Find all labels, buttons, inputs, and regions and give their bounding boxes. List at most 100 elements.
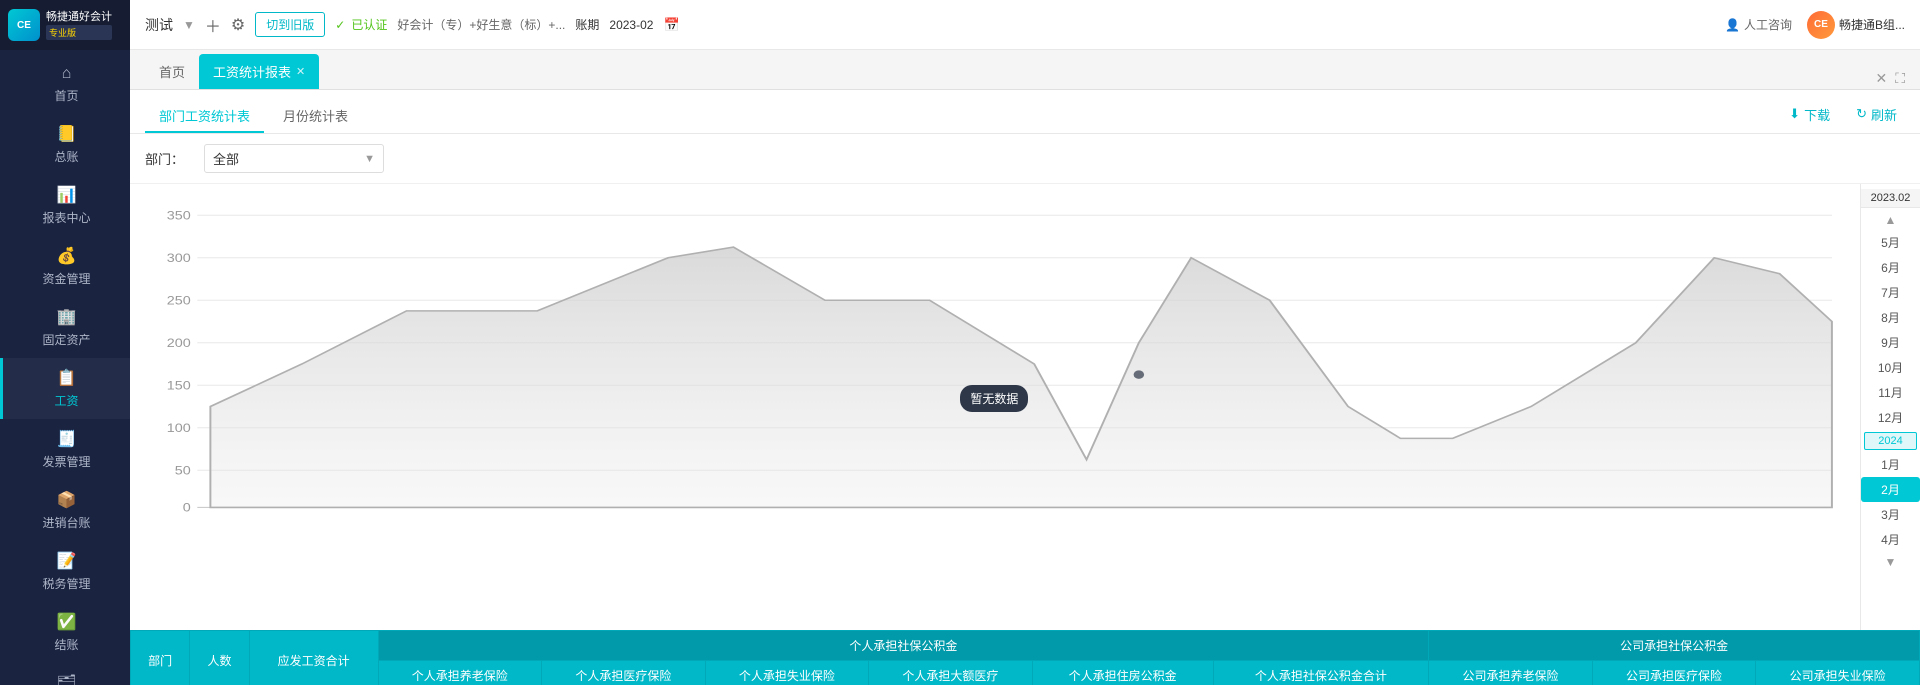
- ledger-icon: 📒: [57, 124, 77, 144]
- download-button[interactable]: ⬇ 下载: [1781, 100, 1838, 128]
- funds-icon: 💰: [57, 246, 77, 266]
- user-name: 畅捷通B组...: [1839, 16, 1905, 33]
- col-personal-housing-fund: 个人承担住房公积金: [1032, 661, 1213, 685]
- period-value: 2023-02: [609, 18, 653, 32]
- switch-to-old-button[interactable]: 切到旧版: [255, 12, 325, 37]
- sidebar-item-closing-label: 结账: [54, 636, 78, 653]
- bottom-table-section: 部门 人数 应发工资合计 个人承担社保公积金 公司承担社保公积金 个人承担养老保…: [130, 630, 1920, 685]
- date-panel-month-5[interactable]: 5月: [1861, 230, 1920, 255]
- user-avatar: CE: [1807, 11, 1835, 39]
- sidebar-item-closing[interactable]: ✅ 结账: [0, 602, 130, 663]
- date-panel-month-12[interactable]: 12月: [1861, 405, 1920, 430]
- sidebar-item-archive[interactable]: 🗂 归档管理: [0, 663, 130, 685]
- date-panel: 2023.02 ▲ 5月 6月 7月 8月 9月 10月 11月 12月 202…: [1860, 184, 1920, 630]
- date-panel-month-4[interactable]: 4月: [1861, 527, 1920, 552]
- col-dept: 部门: [131, 631, 190, 685]
- archive-icon: 🗂: [56, 673, 76, 685]
- date-panel-month-3[interactable]: 3月: [1861, 502, 1920, 527]
- sidebar-item-home[interactable]: ⌂ 首页: [0, 55, 130, 114]
- tab-home-label: 首页: [159, 62, 185, 81]
- sidebar-item-reports-label: 报表中心: [42, 209, 90, 226]
- sidebar-item-reports[interactable]: 📊 报表中心: [0, 175, 130, 236]
- tab-salary-report[interactable]: 工资统计报表 ✕: [199, 54, 319, 89]
- sidebar-item-assets-label: 固定资产: [42, 331, 90, 348]
- salary-table: 部门 人数 应发工资合计 个人承担社保公积金 公司承担社保公积金 个人承担养老保…: [130, 630, 1920, 685]
- sidebar-item-ledger[interactable]: 📒 总账: [0, 114, 130, 175]
- invoice-icon: 🧾: [57, 429, 77, 449]
- download-icon: ⬇: [1789, 106, 1800, 122]
- date-panel-month-10[interactable]: 10月: [1861, 355, 1920, 380]
- sidebar-item-purchase[interactable]: 📦 进销台账: [0, 480, 130, 541]
- date-panel-month-1[interactable]: 1月: [1861, 452, 1920, 477]
- subtab-dept[interactable]: 部门工资统计表: [145, 100, 264, 133]
- svg-text:0: 0: [183, 501, 191, 514]
- date-panel-month-6[interactable]: 6月: [1861, 255, 1920, 280]
- sidebar-item-funds[interactable]: 💰 资金管理: [0, 236, 130, 297]
- col-personal-total: 个人承担社保公积金合计: [1213, 661, 1429, 685]
- dept-filter-label: 部门：: [145, 149, 184, 168]
- topbar-title: 测试: [145, 15, 173, 35]
- sidebar-item-home-label: 首页: [54, 87, 78, 104]
- topbar-add-button[interactable]: ＋: [205, 13, 221, 37]
- chart-area: 350 300 250 200 150 100 50 0: [130, 184, 1860, 630]
- date-panel-up-arrow[interactable]: ▲: [1882, 210, 1900, 230]
- col-personal-unemployment: 个人承担失业保险: [705, 661, 869, 685]
- assets-icon: 🏢: [57, 307, 77, 327]
- home-icon: ⌂: [62, 65, 72, 83]
- area-chart-svg: 350 300 250 200 150 100 50 0: [145, 194, 1845, 534]
- col-company-medical: 公司承担医疗保险: [1592, 661, 1756, 685]
- svg-text:200: 200: [167, 336, 191, 349]
- period-label: 账期: [575, 16, 599, 33]
- col-count: 人数: [190, 631, 249, 685]
- sidebar-item-ledger-label: 总账: [54, 148, 78, 165]
- topbar: 测试 ▼ ＋ ⚙ 切到旧版 ✓ 已认证 好会计（专）+好生意（标）+... 账期…: [130, 0, 1920, 50]
- app-badge: 专业版: [46, 25, 112, 40]
- page-content: 部门工资统计表 月份统计表 ⬇ 下载 ↻ 刷新 部门： 全部 ▼: [130, 90, 1920, 685]
- dept-select-arrow-icon: ▼: [364, 153, 375, 165]
- sidebar-item-assets[interactable]: 🏢 固定资产: [0, 297, 130, 358]
- dept-select-dropdown[interactable]: 全部 ▼: [204, 144, 384, 173]
- tab-close-window-icon[interactable]: ✕: [1875, 70, 1887, 87]
- sidebar-item-invoice-label: 发票管理: [42, 453, 90, 470]
- date-panel-down-arrow[interactable]: ▼: [1882, 552, 1900, 572]
- topbar-settings-icon[interactable]: ⚙: [231, 15, 245, 35]
- date-panel-year-2024[interactable]: 2024: [1864, 432, 1917, 450]
- col-company-pension: 公司承担养老保险: [1429, 661, 1593, 685]
- app-name: 畅捷通好会计: [46, 10, 112, 24]
- col-total-salary: 应发工资合计: [249, 631, 378, 685]
- tab-home[interactable]: 首页: [145, 54, 199, 89]
- col-personal-medical: 个人承担医疗保险: [542, 661, 706, 685]
- user-menu[interactable]: CE 畅捷通B组...: [1807, 11, 1905, 39]
- tab-expand-icon[interactable]: ⛶: [1895, 70, 1905, 87]
- tab-close-icon[interactable]: ✕: [296, 65, 305, 78]
- help-label: 人工咨询: [1744, 16, 1792, 33]
- sidebar-item-invoice[interactable]: 🧾 发票管理: [0, 419, 130, 480]
- sidebar-item-tax-label: 税务管理: [42, 575, 90, 592]
- svg-text:300: 300: [167, 251, 191, 264]
- subtab-month[interactable]: 月份统计表: [269, 100, 362, 133]
- date-panel-month-9[interactable]: 9月: [1861, 330, 1920, 355]
- toolbar: 部门： 全部 ▼: [130, 134, 1920, 184]
- svg-text:250: 250: [167, 294, 191, 307]
- sidebar-item-salary[interactable]: 📋 工资: [0, 358, 130, 419]
- svg-text:150: 150: [167, 379, 191, 392]
- svg-text:50: 50: [175, 464, 191, 477]
- sidebar-nav: ⌂ 首页 📒 总账 📊 报表中心 💰 资金管理 🏢 固定资产 📋 工资 🧾 发票…: [0, 50, 130, 685]
- help-button[interactable]: 👤 人工咨询: [1725, 16, 1792, 33]
- calendar-icon[interactable]: 📅: [663, 17, 679, 33]
- date-panel-month-2-active[interactable]: 2月: [1861, 477, 1920, 502]
- closing-icon: ✅: [57, 612, 77, 632]
- topbar-dropdown-arrow[interactable]: ▼: [183, 18, 195, 32]
- refresh-button[interactable]: ↻ 刷新: [1848, 100, 1905, 128]
- svg-text:100: 100: [167, 421, 191, 434]
- date-panel-month-7[interactable]: 7月: [1861, 280, 1920, 305]
- sidebar: CE 畅捷通好会计 专业版 ⌂ 首页 📒 总账 📊 报表中心 💰 资金管理 🏢 …: [0, 0, 130, 685]
- col-company-unemployment: 公司承担失业保险: [1756, 661, 1920, 685]
- refresh-icon: ↻: [1856, 106, 1867, 122]
- date-panel-month-11[interactable]: 11月: [1861, 380, 1920, 405]
- date-panel-month-8[interactable]: 8月: [1861, 305, 1920, 330]
- sidebar-item-tax[interactable]: 📝 税务管理: [0, 541, 130, 602]
- help-icon: 👤: [1725, 18, 1740, 32]
- sidebar-item-purchase-label: 进销台账: [42, 514, 90, 531]
- svg-text:350: 350: [167, 209, 191, 222]
